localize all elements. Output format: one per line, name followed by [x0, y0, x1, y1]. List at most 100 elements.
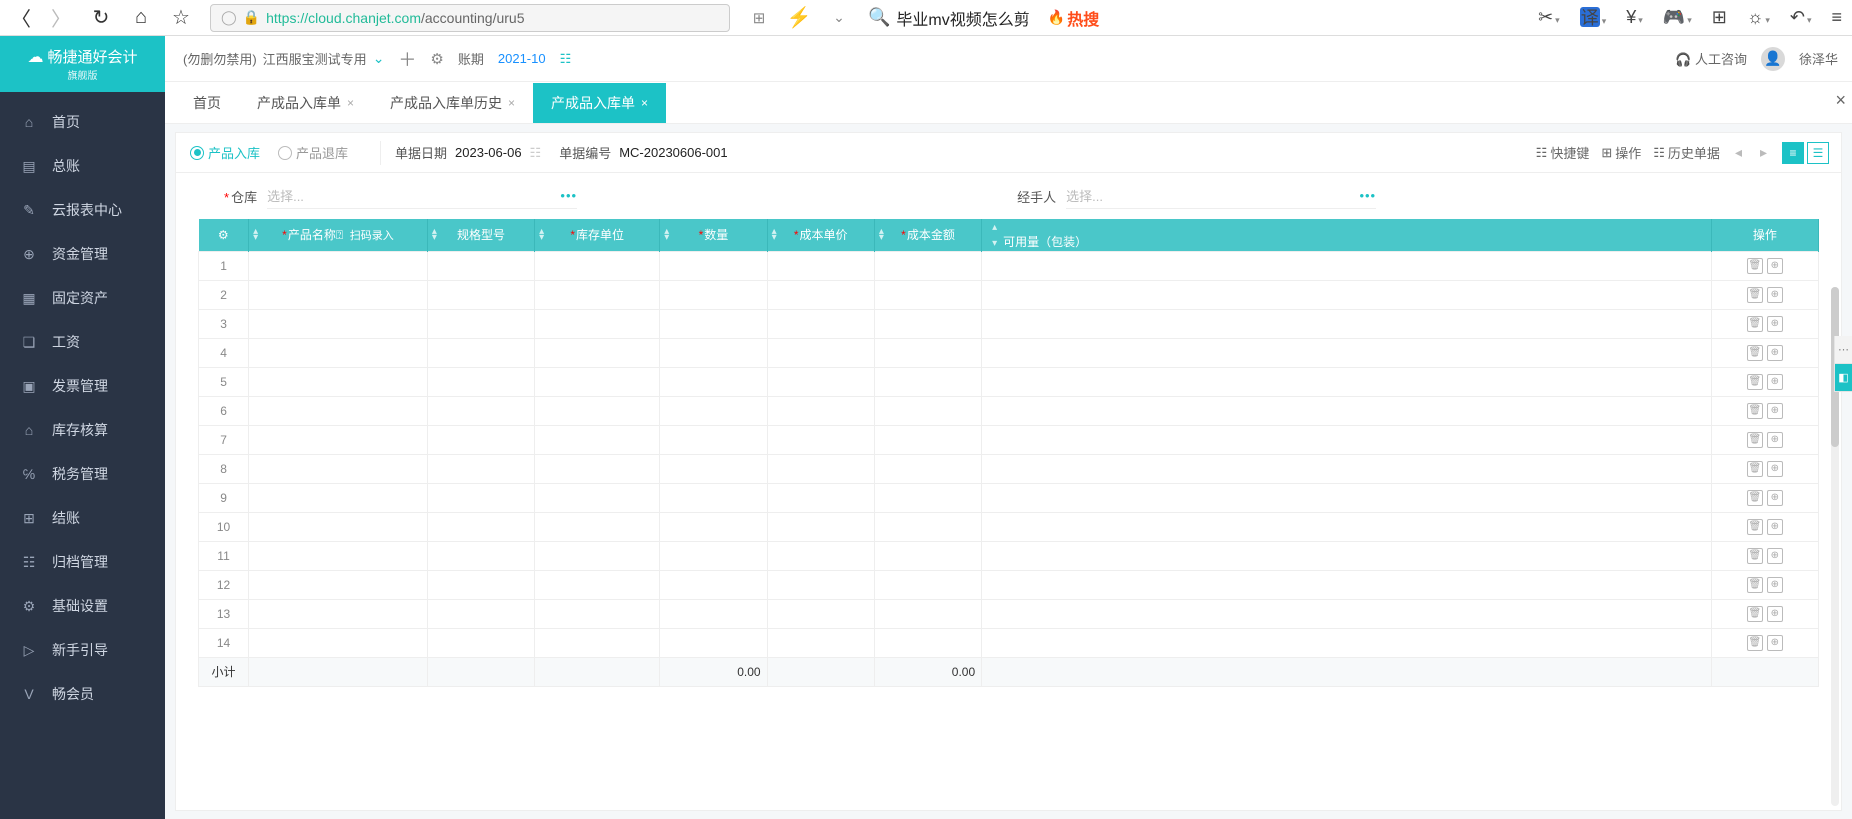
table-row[interactable]: 9🗑⊕	[199, 483, 1819, 512]
sidebar-item-3[interactable]: ⊕资金管理	[0, 232, 165, 276]
sidebar-item-9[interactable]: ⊞结账	[0, 496, 165, 540]
delete-row-icon[interactable]: 🗑	[1747, 519, 1763, 535]
sidebar-item-10[interactable]: ☷归档管理	[0, 540, 165, 584]
tab-0[interactable]: 首页	[175, 83, 239, 123]
col-unit[interactable]: ▴▾*库存单位	[535, 219, 660, 251]
delete-row-icon[interactable]: 🗑	[1747, 432, 1763, 448]
prev-icon[interactable]: ◂	[1732, 144, 1745, 161]
col-spec[interactable]: ▴▾规格型号	[427, 219, 534, 251]
delete-row-icon[interactable]: 🗑	[1747, 577, 1763, 593]
delete-row-icon[interactable]: 🗑	[1747, 287, 1763, 303]
col-price[interactable]: ▴▾*成本单价	[767, 219, 874, 251]
search-box[interactable]: 🔍 毕业mv视频怎么剪	[868, 6, 1030, 30]
menu-icon[interactable]: ≡	[1831, 7, 1842, 28]
table-row[interactable]: 2🗑⊕	[199, 280, 1819, 309]
undo-icon[interactable]: ↶	[1790, 7, 1812, 28]
add-row-icon[interactable]: ⊕	[1767, 403, 1783, 419]
user-name[interactable]: 徐泽华	[1799, 49, 1838, 68]
close-icon[interactable]: ×	[508, 96, 515, 110]
tab-2[interactable]: 产成品入库单历史×	[372, 83, 533, 123]
sidebar-item-6[interactable]: ▣发票管理	[0, 364, 165, 408]
avatar[interactable]: 👤	[1761, 47, 1785, 71]
qr-icon[interactable]: ⊞	[748, 7, 770, 29]
delete-row-icon[interactable]: 🗑	[1747, 635, 1763, 651]
radio-product-out[interactable]: 产品退库	[278, 143, 348, 162]
add-icon[interactable]: ＋	[398, 46, 416, 72]
float-tab-2[interactable]: ◧	[1835, 364, 1852, 392]
sidebar-item-13[interactable]: V畅会员	[0, 672, 165, 716]
col-avail[interactable]: ▴▾可用量（包装）	[982, 219, 1712, 251]
sidebar-item-5[interactable]: ❏工资	[0, 320, 165, 364]
add-row-icon[interactable]: ⊕	[1767, 374, 1783, 390]
more-icon[interactable]: •••	[1359, 188, 1376, 203]
operate-button[interactable]: ⊞ 操作	[1601, 143, 1641, 162]
add-row-icon[interactable]: ⊕	[1767, 258, 1783, 274]
add-row-icon[interactable]: ⊕	[1767, 287, 1783, 303]
sidebar-item-1[interactable]: ▤总账	[0, 144, 165, 188]
game-icon[interactable]: 🎮	[1663, 7, 1692, 28]
add-row-icon[interactable]: ⊕	[1767, 432, 1783, 448]
col-qty[interactable]: ▴▾*数量	[660, 219, 767, 251]
table-row[interactable]: 4🗑⊕	[199, 338, 1819, 367]
tab-3[interactable]: 产成品入库单×	[533, 83, 666, 123]
gear-icon[interactable]: ⚙	[430, 50, 443, 68]
delete-row-icon[interactable]: 🗑	[1747, 606, 1763, 622]
handler-field[interactable]: 经手人 选择...•••	[1017, 183, 1376, 209]
help-button[interactable]: 🎧 人工咨询	[1675, 49, 1747, 68]
more-icon[interactable]: •••	[560, 188, 577, 203]
history-button[interactable]: ☷ 历史单据	[1653, 143, 1720, 162]
add-row-icon[interactable]: ⊕	[1767, 635, 1783, 651]
sidebar-item-7[interactable]: ⌂库存核算	[0, 408, 165, 452]
table-row[interactable]: 5🗑⊕	[199, 367, 1819, 396]
sidebar-item-12[interactable]: ▷新手引导	[0, 628, 165, 672]
home-icon[interactable]: ⌂	[130, 7, 152, 29]
calendar-icon[interactable]: ☷	[560, 51, 572, 67]
table-row[interactable]: 11🗑⊕	[199, 541, 1819, 570]
sidebar-item-8[interactable]: ℅税务管理	[0, 452, 165, 496]
add-row-icon[interactable]: ⊕	[1767, 577, 1783, 593]
col-amount[interactable]: ▴▾*成本金额	[874, 219, 981, 251]
sidebar-item-2[interactable]: ✎云报表中心	[0, 188, 165, 232]
table-row[interactable]: 14🗑⊕	[199, 628, 1819, 657]
hot-search[interactable]: 热搜	[1048, 6, 1099, 30]
back-icon[interactable]: 〈	[10, 7, 32, 29]
table-row[interactable]: 12🗑⊕	[199, 570, 1819, 599]
float-tab-1[interactable]: ⋯	[1835, 336, 1852, 364]
brightness-icon[interactable]: ☼	[1747, 7, 1770, 28]
add-row-icon[interactable]: ⊕	[1767, 316, 1783, 332]
table-row[interactable]: 13🗑⊕	[199, 599, 1819, 628]
delete-row-icon[interactable]: 🗑	[1747, 374, 1763, 390]
add-row-icon[interactable]: ⊕	[1767, 345, 1783, 361]
sidebar-item-0[interactable]: ⌂首页	[0, 100, 165, 144]
sidebar-item-4[interactable]: ▦固定资产	[0, 276, 165, 320]
dropdown-icon[interactable]: ⌄	[828, 7, 850, 29]
add-row-icon[interactable]: ⊕	[1767, 461, 1783, 477]
col-name[interactable]: ▴▾*产品名称⍰ 扫码录入	[249, 219, 428, 251]
view-toggle[interactable]: ≡☰	[1782, 142, 1829, 164]
radio-product-in[interactable]: 产品入库	[190, 143, 260, 162]
brand[interactable]: 畅捷通好会计 旗舰版	[0, 36, 165, 92]
coin-icon[interactable]: ¥	[1626, 7, 1643, 28]
table-row[interactable]: 1🗑⊕	[199, 251, 1819, 280]
add-row-icon[interactable]: ⊕	[1767, 490, 1783, 506]
table-row[interactable]: 6🗑⊕	[199, 396, 1819, 425]
table-row[interactable]: 10🗑⊕	[199, 512, 1819, 541]
float-tabs[interactable]: ⋯ ◧	[1834, 336, 1852, 392]
forward-icon[interactable]: 〉	[50, 7, 72, 29]
table-row[interactable]: 7🗑⊕	[199, 425, 1819, 454]
add-row-icon[interactable]: ⊕	[1767, 548, 1783, 564]
company-selector[interactable]: (勿删勿禁用) 江西服宝测试专用 ⌄	[183, 49, 384, 68]
close-icon[interactable]: ×	[347, 96, 354, 110]
close-icon[interactable]: ×	[641, 96, 648, 110]
apps-icon[interactable]: ⊞	[1712, 7, 1727, 28]
flash-icon[interactable]: ⚡	[788, 7, 810, 29]
sidebar-item-11[interactable]: ⚙基础设置	[0, 584, 165, 628]
translate-icon[interactable]: 译	[1580, 7, 1607, 29]
table-row[interactable]: 8🗑⊕	[199, 454, 1819, 483]
delete-row-icon[interactable]: 🗑	[1747, 548, 1763, 564]
delete-row-icon[interactable]: 🗑	[1747, 490, 1763, 506]
doc-date[interactable]: 单据日期 2023-06-06 ☷	[395, 143, 541, 162]
delete-row-icon[interactable]: 🗑	[1747, 258, 1763, 274]
col-gear[interactable]: ⚙	[199, 219, 249, 251]
delete-row-icon[interactable]: 🗑	[1747, 461, 1763, 477]
